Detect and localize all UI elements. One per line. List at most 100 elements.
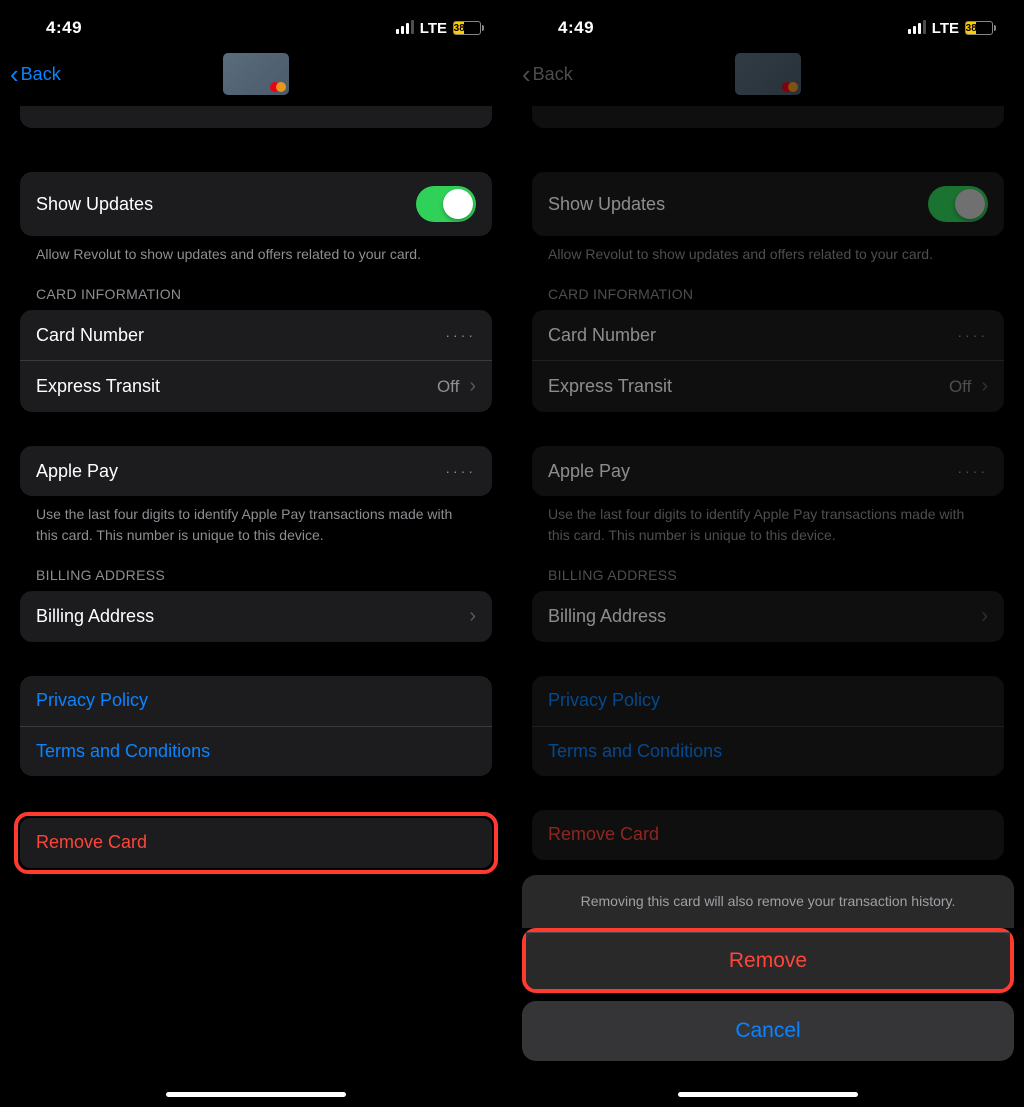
show-updates-footer: Allow Revolut to show updates and offers… [532, 236, 1004, 264]
apple-pay-value: ···· [957, 463, 988, 479]
links-group: Privacy Policy Terms and Conditions [532, 676, 1004, 776]
terms-label: Terms and Conditions [36, 741, 210, 762]
privacy-policy-label: Privacy Policy [548, 690, 660, 711]
chevron-right-icon: › [469, 375, 476, 398]
billing-header: BILLING ADDRESS [532, 567, 1004, 591]
billing-group: Billing Address › [20, 591, 492, 642]
card-number-value: ···· [957, 327, 988, 343]
billing-address-label: Billing Address [36, 606, 154, 627]
terms-row[interactable]: Terms and Conditions [20, 726, 492, 776]
chevron-left-icon: ‹ [10, 61, 19, 87]
sheet-cancel-button[interactable]: Cancel [522, 1001, 1014, 1061]
previous-section-edge [20, 106, 492, 128]
links-group: Privacy Policy Terms and Conditions [20, 676, 492, 776]
remove-card-group: Remove Card [20, 818, 492, 868]
status-right: LTE 38 [908, 20, 996, 37]
remove-card-row[interactable]: Remove Card [20, 818, 492, 868]
status-time: 4:49 [46, 18, 82, 38]
network-label: LTE [932, 20, 959, 37]
battery-icon: 38 [965, 21, 996, 35]
back-button[interactable]: ‹ Back [10, 61, 61, 87]
chevron-left-icon: ‹ [522, 61, 531, 87]
show-updates-row: Show Updates [532, 172, 1004, 236]
express-transit-label: Express Transit [548, 376, 672, 397]
status-right: LTE 38 [396, 20, 484, 37]
network-label: LTE [420, 20, 447, 37]
show-updates-footer: Allow Revolut to show updates and offers… [20, 236, 492, 264]
apple-pay-label: Apple Pay [36, 461, 118, 482]
card-thumbnail [735, 53, 801, 95]
express-transit-row: Express Transit Off › [532, 360, 1004, 412]
apple-pay-group: Apple Pay ···· [20, 446, 492, 496]
nav-bar: ‹ Back [0, 50, 512, 106]
chevron-right-icon: › [981, 605, 988, 628]
show-updates-label: Show Updates [36, 194, 153, 215]
card-number-label: Card Number [36, 325, 144, 346]
privacy-policy-label: Privacy Policy [36, 690, 148, 711]
remove-card-row: Remove Card [532, 810, 1004, 860]
express-transit-row[interactable]: Express Transit Off › [20, 360, 492, 412]
apple-pay-footer: Use the last four digits to identify App… [20, 496, 492, 545]
express-transit-value: Off [949, 377, 971, 397]
apple-pay-value: ···· [445, 463, 476, 479]
sheet-remove-button[interactable]: Remove [526, 932, 1010, 989]
signal-icon [396, 22, 414, 34]
back-label: Back [533, 64, 573, 85]
nav-bar: ‹ Back [512, 50, 1024, 106]
billing-address-label: Billing Address [548, 606, 666, 627]
remove-card-label: Remove Card [36, 832, 147, 853]
express-transit-value: Off [437, 377, 459, 397]
remove-button-highlight: Remove [522, 928, 1014, 993]
show-updates-toggle[interactable] [416, 186, 476, 222]
status-time: 4:49 [558, 18, 594, 38]
chevron-right-icon: › [981, 375, 988, 398]
card-number-label: Card Number [548, 325, 656, 346]
billing-address-row: Billing Address › [532, 591, 1004, 642]
apple-pay-group: Apple Pay ···· [532, 446, 1004, 496]
battery-icon: 38 [453, 21, 484, 35]
action-sheet-top: Removing this card will also remove your… [522, 875, 1014, 993]
card-thumbnail[interactable] [223, 53, 289, 95]
card-info-header: CARD INFORMATION [20, 286, 492, 310]
billing-header: BILLING ADDRESS [20, 567, 492, 591]
show-updates-row[interactable]: Show Updates [20, 172, 492, 236]
back-label: Back [21, 64, 61, 85]
privacy-policy-row[interactable]: Privacy Policy [20, 676, 492, 726]
show-updates-label: Show Updates [548, 194, 665, 215]
card-number-value: ···· [445, 327, 476, 343]
terms-label: Terms and Conditions [548, 741, 722, 762]
home-indicator[interactable] [166, 1092, 346, 1097]
card-number-row: Card Number ···· [532, 310, 1004, 360]
card-info-header: CARD INFORMATION [532, 286, 1004, 310]
screen-settings: 4:49 LTE 38 ‹ Back Show Updates Allow Re… [0, 0, 512, 1107]
chevron-right-icon: › [469, 605, 476, 628]
card-number-row[interactable]: Card Number ···· [20, 310, 492, 360]
billing-group: Billing Address › [532, 591, 1004, 642]
billing-address-row[interactable]: Billing Address › [20, 591, 492, 642]
apple-pay-row: Apple Pay ···· [532, 446, 1004, 496]
terms-row: Terms and Conditions [532, 726, 1004, 776]
apple-pay-label: Apple Pay [548, 461, 630, 482]
remove-card-group: Remove Card [532, 810, 1004, 860]
apple-pay-footer: Use the last four digits to identify App… [532, 496, 1004, 545]
show-updates-group: Show Updates [20, 172, 492, 236]
mastercard-icon [782, 82, 798, 92]
signal-icon [908, 22, 926, 34]
remove-card-label: Remove Card [548, 824, 659, 845]
mastercard-icon [270, 82, 286, 92]
remove-card-highlight: Remove Card [14, 812, 498, 874]
screen-confirm: 4:49 LTE 38 ‹ Back Show Updates Allow Re… [512, 0, 1024, 1107]
previous-section-edge [532, 106, 1004, 128]
apple-pay-row[interactable]: Apple Pay ···· [20, 446, 492, 496]
show-updates-group: Show Updates [532, 172, 1004, 236]
status-bar: 4:49 LTE 38 [0, 0, 512, 50]
content-scroll[interactable]: Show Updates Allow Revolut to show updat… [0, 106, 512, 1107]
sheet-message: Removing this card will also remove your… [522, 875, 1014, 928]
privacy-policy-row: Privacy Policy [532, 676, 1004, 726]
express-transit-label: Express Transit [36, 376, 160, 397]
back-button: ‹ Back [522, 61, 573, 87]
card-info-group: Card Number ···· Express Transit Off › [532, 310, 1004, 412]
card-info-group: Card Number ···· Express Transit Off › [20, 310, 492, 412]
show-updates-toggle [928, 186, 988, 222]
action-sheet: Removing this card will also remove your… [512, 875, 1024, 1107]
